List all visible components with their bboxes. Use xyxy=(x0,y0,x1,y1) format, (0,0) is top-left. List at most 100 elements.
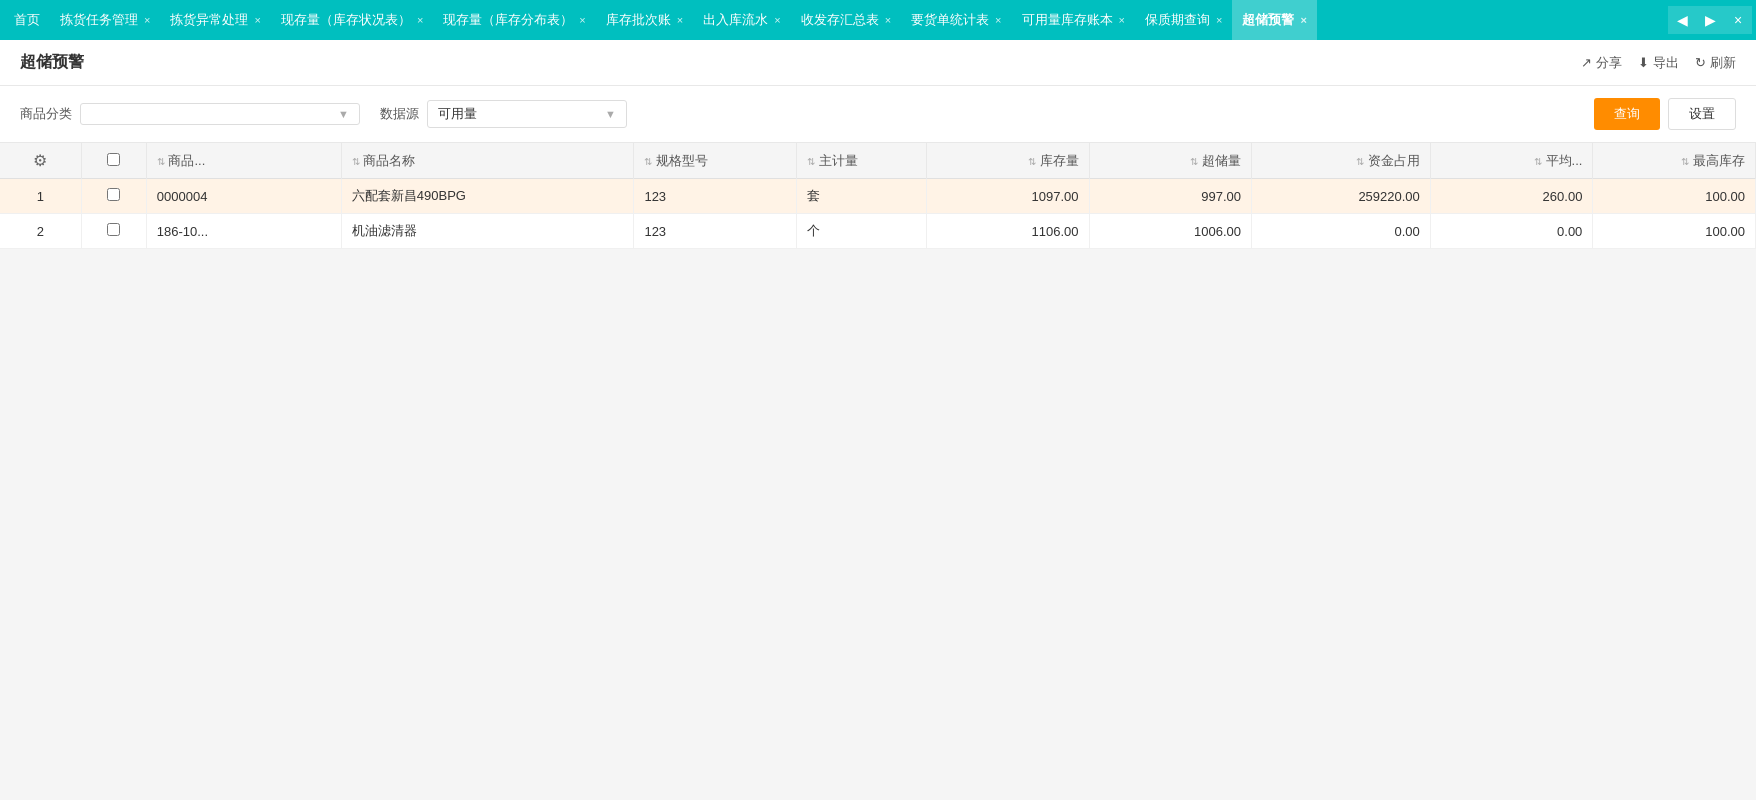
row-max-stock: 100.00 xyxy=(1593,179,1756,214)
gear-icon[interactable]: ⚙ xyxy=(33,152,47,169)
header-actions: ↗ 分享 ⬇ 导出 ↻ 刷新 xyxy=(1581,54,1736,72)
page-header: 超储预警 ↗ 分享 ⬇ 导出 ↻ 刷新 xyxy=(0,40,1756,86)
nav-item-overstock[interactable]: 超储预警 × xyxy=(1232,0,1316,40)
row-spec: 123 xyxy=(634,214,797,249)
col-header-avg[interactable]: ⇅ 平均... xyxy=(1430,143,1593,179)
datasource-select[interactable]: 可用量 ▼ xyxy=(427,100,627,128)
col-header-settings[interactable]: ⚙ xyxy=(0,143,81,179)
category-filter-group: 商品分类 ▼ xyxy=(20,103,360,125)
col-stock-sort-icon: ⇅ xyxy=(1028,156,1036,167)
close-batch-account[interactable]: × xyxy=(677,14,683,26)
col-header-unit[interactable]: ⇅ 主计量 xyxy=(796,143,926,179)
col-code-sort-icon: ⇅ xyxy=(157,156,165,167)
col-over-sort-icon: ⇅ xyxy=(1190,156,1198,167)
datasource-label: 数据源 xyxy=(380,105,419,123)
nav-bar: 首页 拣货任务管理 × 拣货异常处理 × 现存量（库存状况表） × 现存量（库存… xyxy=(0,0,1756,40)
close-summary[interactable]: × xyxy=(885,14,891,26)
col-header-capital[interactable]: ⇅ 资金占用 xyxy=(1252,143,1431,179)
row-spec: 123 xyxy=(634,179,797,214)
nav-item-order-stat[interactable]: 要货单统计表 × xyxy=(901,0,1011,40)
nav-item-home[interactable]: 首页 xyxy=(4,0,50,40)
datasource-filter-group: 数据源 可用量 ▼ xyxy=(380,100,627,128)
table-wrapper: ⚙ ⇅ 商品... ⇅ 商品名称 ⇅ 规格型号 ⇅ xyxy=(0,143,1756,249)
col-spec-sort-icon: ⇅ xyxy=(644,156,652,167)
table-row: 2 186-10... 机油滤清器 123 个 1106.00 1006.00 … xyxy=(0,214,1756,249)
query-button[interactable]: 查询 xyxy=(1594,98,1660,130)
row-stock: 1097.00 xyxy=(926,179,1089,214)
row-avg: 0.00 xyxy=(1430,214,1593,249)
export-button[interactable]: ⬇ 导出 xyxy=(1638,54,1679,72)
col-unit-sort-icon: ⇅ xyxy=(807,156,815,167)
export-icon: ⬇ xyxy=(1638,55,1649,70)
category-select[interactable]: ▼ xyxy=(80,103,360,125)
category-chevron-icon: ▼ xyxy=(338,108,349,120)
col-header-code[interactable]: ⇅ 商品... xyxy=(146,143,341,179)
col-avg-sort-icon: ⇅ xyxy=(1534,156,1542,167)
col-header-name[interactable]: ⇅ 商品名称 xyxy=(341,143,634,179)
col-header-max[interactable]: ⇅ 最高库存 xyxy=(1593,143,1756,179)
close-stock-dist[interactable]: × xyxy=(579,14,585,26)
close-pick-task[interactable]: × xyxy=(144,14,150,26)
row-checkbox[interactable] xyxy=(107,188,120,201)
row-avg: 260.00 xyxy=(1430,179,1593,214)
col-name-sort-icon: ⇅ xyxy=(352,156,360,167)
nav-item-batch-account[interactable]: 库存批次账 × xyxy=(596,0,693,40)
close-order-stat[interactable]: × xyxy=(995,14,1001,26)
nav-item-stock-status[interactable]: 现存量（库存状况表） × xyxy=(271,0,433,40)
row-over: 997.00 xyxy=(1089,179,1252,214)
nav-item-expiry[interactable]: 保质期查询 × xyxy=(1135,0,1232,40)
data-table: ⚙ ⇅ 商品... ⇅ 商品名称 ⇅ 规格型号 ⇅ xyxy=(0,143,1756,249)
row-code: 186-10... xyxy=(146,214,341,249)
share-icon: ↗ xyxy=(1581,55,1592,70)
close-inout-flow[interactable]: × xyxy=(774,14,780,26)
nav-item-pick-task[interactable]: 拣货任务管理 × xyxy=(50,0,160,40)
col-header-checkbox[interactable] xyxy=(81,143,146,179)
refresh-button[interactable]: ↻ 刷新 xyxy=(1695,54,1736,72)
filter-row: 商品分类 ▼ 数据源 可用量 ▼ 查询 设置 xyxy=(0,86,1756,143)
nav-close-button[interactable]: × xyxy=(1724,6,1752,34)
col-max-sort-icon: ⇅ xyxy=(1681,156,1689,167)
refresh-icon: ↻ xyxy=(1695,55,1706,70)
filter-actions: 查询 设置 xyxy=(1594,98,1736,130)
close-overstock[interactable]: × xyxy=(1300,14,1306,26)
row-unit: 套 xyxy=(796,179,926,214)
row-index: 1 xyxy=(0,179,81,214)
close-stock-status[interactable]: × xyxy=(417,14,423,26)
nav-item-stock-dist[interactable]: 现存量（库存分布表） × xyxy=(433,0,595,40)
nav-arrows: ◀ ▶ × xyxy=(1668,6,1752,34)
col-header-spec[interactable]: ⇅ 规格型号 xyxy=(634,143,797,179)
settings-button[interactable]: 设置 xyxy=(1668,98,1736,130)
select-all-checkbox[interactable] xyxy=(107,153,120,166)
close-expiry[interactable]: × xyxy=(1216,14,1222,26)
row-code: 0000004 xyxy=(146,179,341,214)
nav-item-avail-book[interactable]: 可用量库存账本 × xyxy=(1012,0,1135,40)
row-name: 六配套新昌490BPG xyxy=(341,179,634,214)
row-index: 2 xyxy=(0,214,81,249)
col-capital-sort-icon: ⇅ xyxy=(1356,156,1364,167)
share-button[interactable]: ↗ 分享 xyxy=(1581,54,1622,72)
row-capital: 0.00 xyxy=(1252,214,1431,249)
row-max-stock: 100.00 xyxy=(1593,214,1756,249)
close-pick-exception[interactable]: × xyxy=(254,14,260,26)
nav-item-inout-flow[interactable]: 出入库流水 × xyxy=(693,0,790,40)
row-unit: 个 xyxy=(796,214,926,249)
table-header-row: ⚙ ⇅ 商品... ⇅ 商品名称 ⇅ 规格型号 ⇅ xyxy=(0,143,1756,179)
nav-next-button[interactable]: ▶ xyxy=(1696,6,1724,34)
close-avail-book[interactable]: × xyxy=(1119,14,1125,26)
table-row: 1 0000004 六配套新昌490BPG 123 套 1097.00 997.… xyxy=(0,179,1756,214)
table-body: 1 0000004 六配套新昌490BPG 123 套 1097.00 997.… xyxy=(0,179,1756,249)
nav-item-pick-exception[interactable]: 拣货异常处理 × xyxy=(160,0,270,40)
datasource-value: 可用量 xyxy=(438,105,477,123)
row-name: 机油滤清器 xyxy=(341,214,634,249)
col-header-over[interactable]: ⇅ 超储量 xyxy=(1089,143,1252,179)
col-header-stock[interactable]: ⇅ 库存量 xyxy=(926,143,1089,179)
page-title: 超储预警 xyxy=(20,52,84,73)
datasource-chevron-icon: ▼ xyxy=(605,108,616,120)
nav-prev-button[interactable]: ◀ xyxy=(1668,6,1696,34)
row-checkbox-cell[interactable] xyxy=(81,179,146,214)
row-over: 1006.00 xyxy=(1089,214,1252,249)
row-checkbox[interactable] xyxy=(107,223,120,236)
nav-item-summary[interactable]: 收发存汇总表 × xyxy=(791,0,901,40)
row-capital: 259220.00 xyxy=(1252,179,1431,214)
row-checkbox-cell[interactable] xyxy=(81,214,146,249)
